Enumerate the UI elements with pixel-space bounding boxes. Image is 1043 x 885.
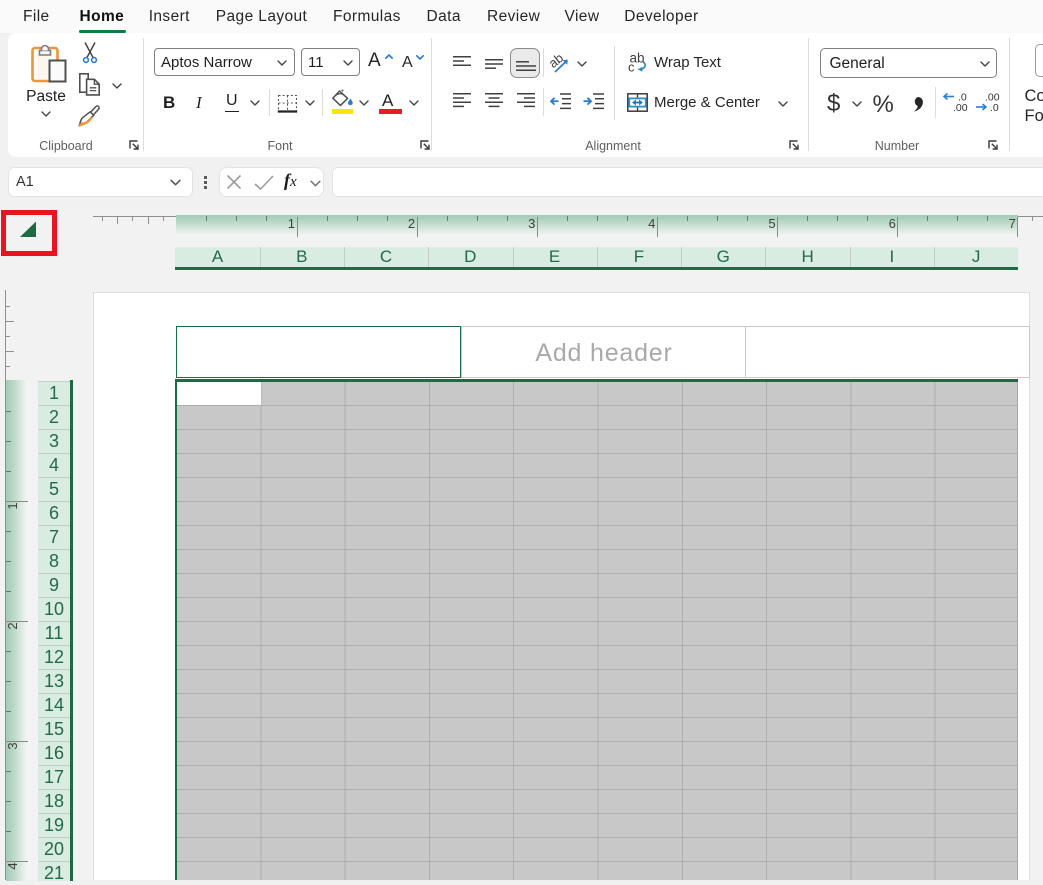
svg-text:.0: .0 [990,102,999,114]
svg-text:.00: .00 [953,102,968,114]
svg-text:c: c [628,59,635,74]
